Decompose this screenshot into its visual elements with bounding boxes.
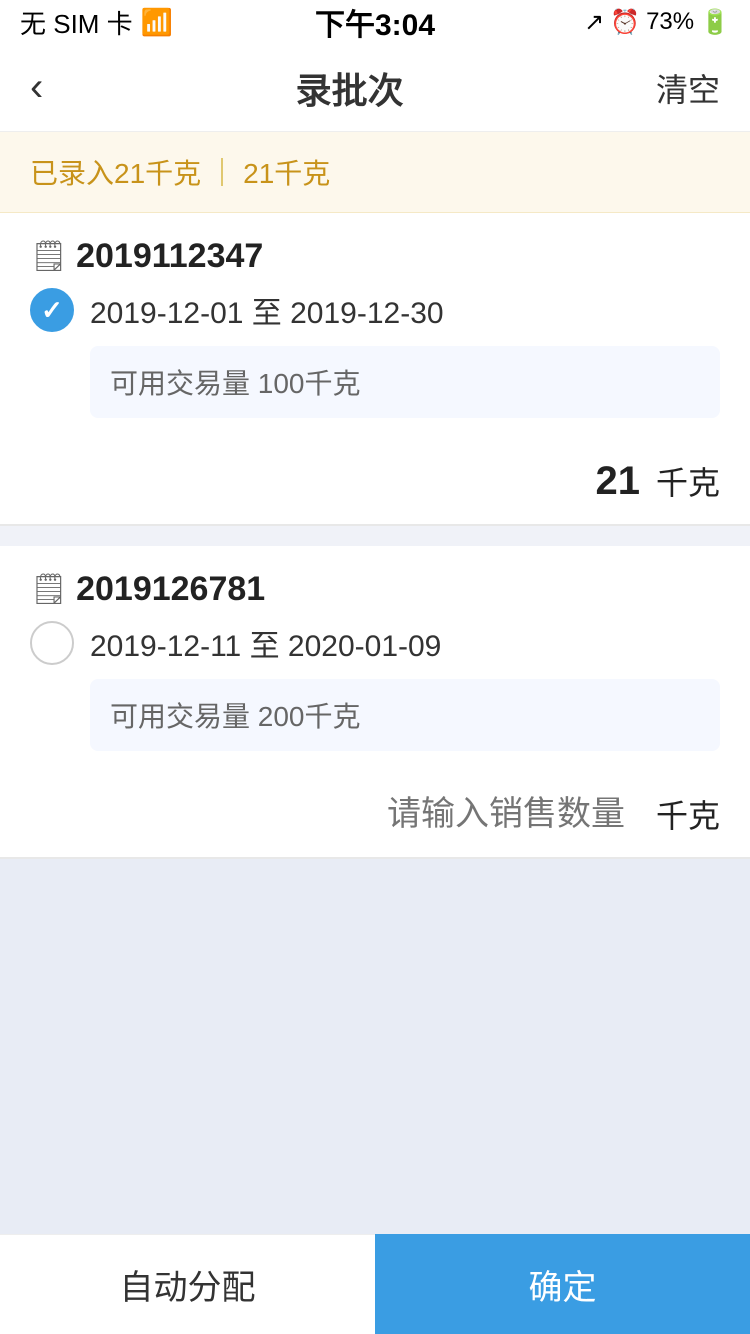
status-bar: 无 SIM 卡 📶 下午3:04 ↗ ⏰ 73% 🔋	[0, 0, 750, 44]
status-time: 下午3:04	[315, 0, 435, 44]
batch1-date-row: 2019-12-01 至 2019-12-30	[30, 288, 720, 332]
confirm-button[interactable]: 确定	[375, 1234, 750, 1334]
batch2-date-row: 2019-12-11 至 2020-01-09	[30, 621, 720, 665]
batch1-quantity-unit: 千克	[656, 458, 720, 504]
batch1-radio[interactable]	[30, 288, 74, 332]
nav-bar: ‹ 录批次 清空	[0, 44, 750, 132]
batch2-icon: 🗒	[30, 572, 68, 607]
auto-distribute-button[interactable]: 自动分配	[0, 1234, 375, 1334]
batch2-unit: 千克	[656, 791, 720, 837]
batch2-number-row: 🗒 2019126781	[30, 570, 720, 609]
battery-icon: 🔋	[700, 8, 730, 37]
batch1-number-row: 🗒 2019112347	[30, 237, 720, 276]
bottom-buttons: 自动分配 确定	[0, 1234, 750, 1334]
separator1	[0, 526, 750, 546]
batch1-item: 🗒 2019112347 2019-12-01 至 2019-12-30 可用交…	[0, 213, 750, 442]
back-button[interactable]: ‹	[30, 65, 43, 110]
batch2-input-row: 千克	[0, 775, 750, 859]
batch2-item: 🗒 2019126781 2019-12-11 至 2020-01-09 可用交…	[0, 546, 750, 775]
total-label: 21千克	[243, 152, 330, 192]
wifi-icon: 📶	[141, 7, 173, 38]
batch1-available: 可用交易量 100千克	[90, 346, 720, 418]
batch1-quantity-value: 21	[595, 459, 640, 504]
batch2-number: 2019126781	[76, 570, 265, 609]
clear-button[interactable]: 清空	[656, 65, 720, 111]
recorded-label: 已录入21千克	[30, 152, 201, 192]
batch1-date: 2019-12-01 至 2019-12-30	[90, 288, 444, 332]
batch2-available: 可用交易量 200千克	[90, 679, 720, 751]
battery-text: 73%	[646, 8, 694, 36]
batch2-radio[interactable]	[30, 621, 74, 665]
bottom-area	[0, 859, 750, 1259]
carrier-text: 无 SIM 卡	[20, 4, 133, 41]
status-right: ↗ ⏰ 73% 🔋	[584, 8, 730, 37]
batch2-quantity-input[interactable]	[30, 795, 640, 834]
status-left: 无 SIM 卡 📶	[20, 4, 173, 41]
batch1-quantity-row: 21 千克	[0, 442, 750, 526]
batch2-card: 🗒 2019126781 2019-12-11 至 2020-01-09 可用交…	[0, 546, 750, 859]
batch2-date: 2019-12-11 至 2020-01-09	[90, 621, 441, 665]
batch1-card: 🗒 2019112347 2019-12-01 至 2019-12-30 可用交…	[0, 213, 750, 526]
batch1-icon: 🗒	[30, 239, 68, 274]
batch1-number: 2019112347	[76, 237, 263, 276]
page-title: 录批次	[296, 62, 404, 114]
info-banner: 已录入21千克 21千克	[0, 132, 750, 213]
location-icon: ↗	[584, 8, 604, 37]
alarm-icon: ⏰	[610, 8, 640, 37]
info-divider	[221, 158, 223, 186]
